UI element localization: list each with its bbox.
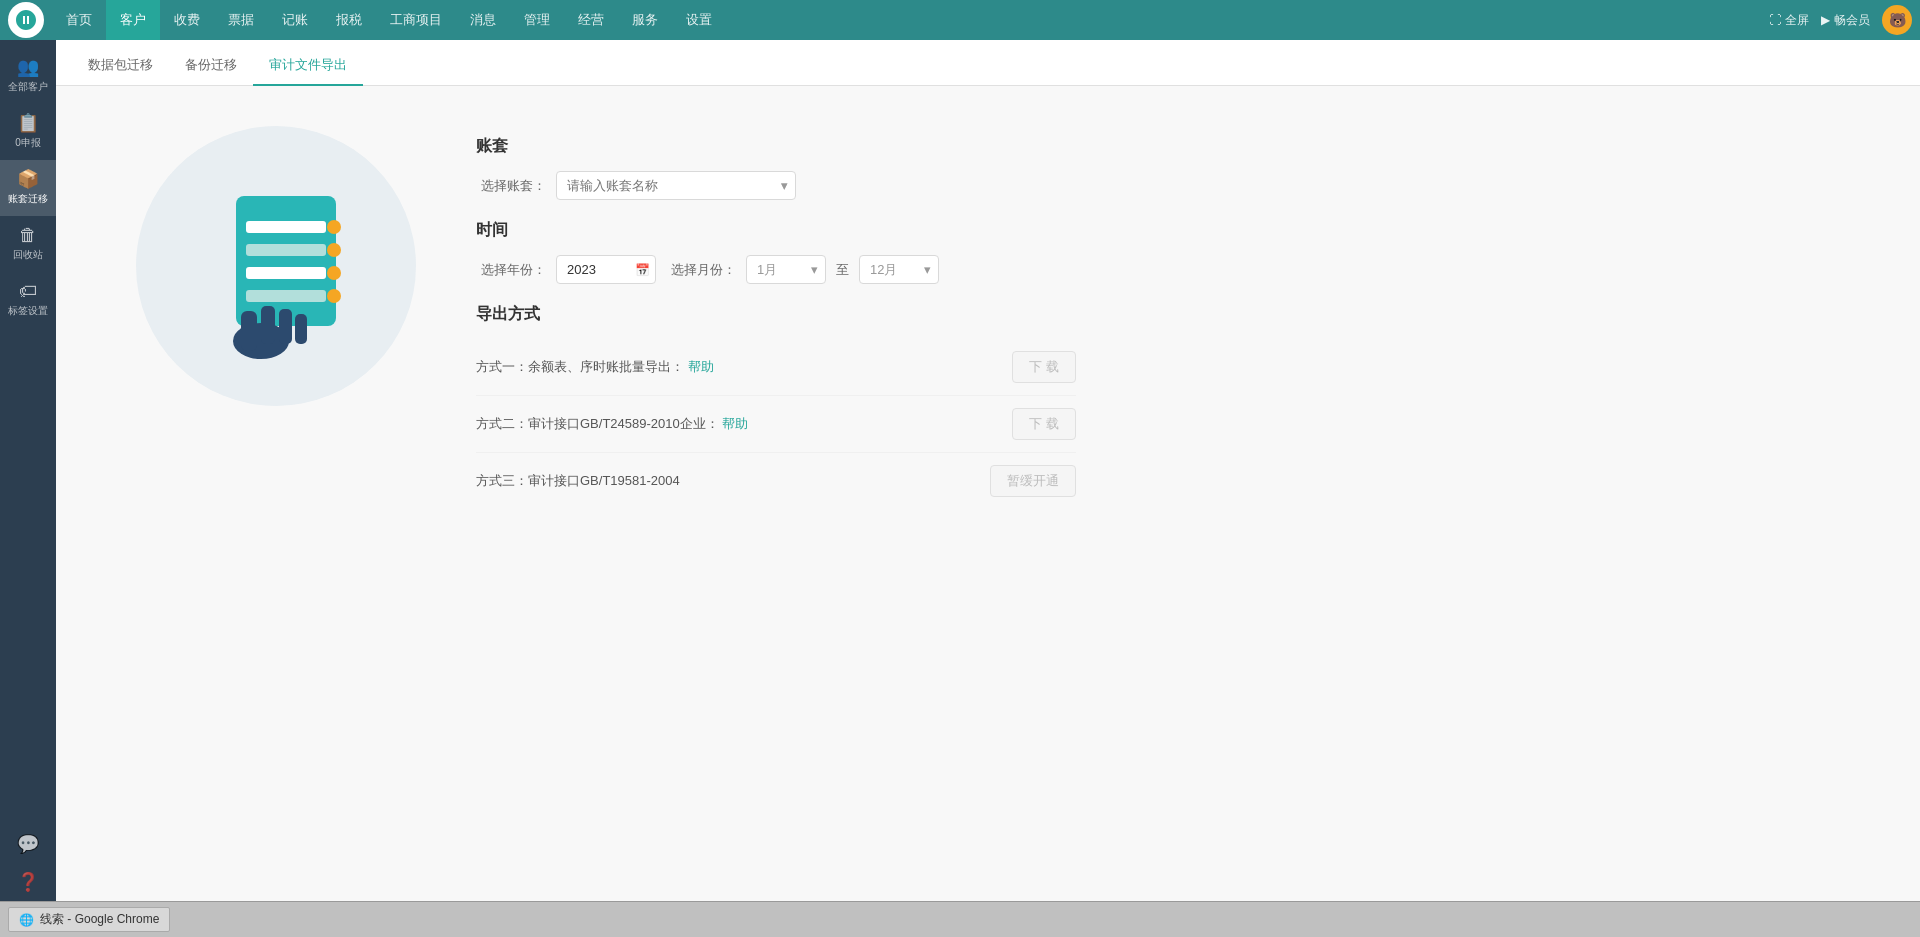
- sidebar-item-recycle[interactable]: 🗑 回收站: [0, 216, 56, 272]
- method-3-text: 方式三：审计接口GB/T19581-2004: [476, 472, 680, 490]
- top-nav: 首页 客户 收费 票据 记账 报税 工商项目 消息 管理 经营 服务 设置 ⛶ …: [0, 0, 1920, 40]
- svg-rect-3: [246, 267, 326, 279]
- taskbar: 🌐 线索 - Google Chrome: [0, 901, 1920, 937]
- taskbar-label: 线索 - Google Chrome: [40, 911, 159, 928]
- method-3-open-button[interactable]: 暂缓开通: [990, 465, 1076, 497]
- export-container: 账套 选择账套： ▾ 时间 选择年份： 📅: [76, 106, 1900, 529]
- nav-messages[interactable]: 消息: [456, 0, 510, 40]
- fullscreen-button[interactable]: ⛶ 全屏: [1769, 12, 1809, 29]
- help-icon: ❓: [17, 873, 39, 891]
- account-form-row: 选择账套： ▾: [476, 171, 1076, 200]
- nav-customer[interactable]: 客户: [106, 0, 160, 40]
- trash-icon: 🗑: [19, 226, 37, 244]
- sidebar-label-zero-declare: 0申报: [15, 136, 41, 150]
- svg-rect-12: [279, 309, 292, 344]
- sidebar-label-all-customers: 全部客户: [8, 80, 48, 94]
- method-2-text: 方式二：审计接口GB/T24589-2010企业： 帮助: [476, 415, 748, 433]
- method-2-help-link[interactable]: 帮助: [722, 416, 748, 431]
- sidebar-label-tag-settings: 标签设置: [8, 304, 48, 318]
- year-label: 选择年份：: [476, 261, 546, 279]
- sidebar: 👥 全部客户 📋 0申报 📦 账套迁移 🗑 回收站 🏷 标签设置 💬 ❓: [0, 40, 56, 901]
- nav-home[interactable]: 首页: [52, 0, 106, 40]
- sidebar-bottom: 💬 ❓: [0, 825, 56, 901]
- svg-point-6: [327, 243, 341, 257]
- fullscreen-icon: ⛶: [1769, 13, 1781, 27]
- main-layout: 👥 全部客户 📋 0申报 📦 账套迁移 🗑 回收站 🏷 标签设置 💬 ❓: [0, 40, 1920, 901]
- taskbar-chrome-item[interactable]: 🌐 线索 - Google Chrome: [8, 907, 170, 932]
- svg-rect-2: [246, 244, 326, 256]
- month-from-select[interactable]: 1月 2月 3月 4月 5月 6月 7月 8月 9月 10月 11月: [746, 255, 826, 284]
- illustration: [136, 126, 416, 406]
- account-select-wrapper: ▾: [556, 171, 796, 200]
- svg-point-5: [327, 220, 341, 234]
- vip-button[interactable]: ▶ 畅会员: [1821, 12, 1870, 29]
- nav-right: ⛶ 全屏 ▶ 畅会员 🐻: [1769, 5, 1912, 35]
- tab-backup-migrate[interactable]: 备份迁移: [169, 46, 253, 86]
- logo: [8, 2, 44, 38]
- nav-admin[interactable]: 管理: [510, 0, 564, 40]
- export-method-2: 方式二：审计接口GB/T24589-2010企业： 帮助 下 载: [476, 396, 1076, 453]
- sidebar-item-tag-settings[interactable]: 🏷 标签设置: [0, 272, 56, 328]
- sidebar-label-account-migrate: 账套迁移: [8, 192, 48, 206]
- sidebar-item-all-customers[interactable]: 👥 全部客户: [0, 48, 56, 104]
- sidebar-item-message[interactable]: 💬: [0, 825, 56, 863]
- tab-audit-export[interactable]: 审计文件导出: [253, 46, 363, 86]
- declare-icon: 📋: [17, 114, 39, 132]
- nav-billing[interactable]: 收费: [160, 0, 214, 40]
- method-1-help-link[interactable]: 帮助: [688, 359, 714, 374]
- time-section-title: 时间: [476, 220, 1076, 241]
- migrate-icon: 📦: [17, 170, 39, 188]
- method-1-download-button[interactable]: 下 载: [1012, 351, 1076, 383]
- avatar[interactable]: 🐻: [1882, 5, 1912, 35]
- account-label: 选择账套：: [476, 177, 546, 195]
- vip-icon: ▶: [1821, 13, 1830, 27]
- content-area: 数据包迁移 备份迁移 审计文件导出: [56, 40, 1920, 901]
- chrome-icon: 🌐: [19, 913, 34, 927]
- svg-point-8: [327, 289, 341, 303]
- message-icon: 💬: [17, 835, 39, 853]
- form-area: 账套 选择账套： ▾ 时间 选择年份： 📅: [476, 126, 1076, 509]
- account-section-title: 账套: [476, 136, 1076, 157]
- nav-invoice[interactable]: 票据: [214, 0, 268, 40]
- month-to-select[interactable]: 1月 2月 3月 4月 5月 6月 7月 8月 9月 10月 11月: [859, 255, 939, 284]
- year-input-wrapper: 📅: [556, 255, 656, 284]
- month-to-wrapper: 1月 2月 3月 4月 5月 6月 7月 8月 9月 10月 11月: [859, 255, 939, 284]
- nav-service[interactable]: 服务: [618, 0, 672, 40]
- nav-settings[interactable]: 设置: [672, 0, 726, 40]
- nav-operation[interactable]: 经营: [564, 0, 618, 40]
- month-label: 选择月份：: [666, 261, 736, 279]
- time-form-row: 选择年份： 📅 选择月份： 1月 2月 3月 4月: [476, 255, 1076, 284]
- tabs-bar: 数据包迁移 备份迁移 审计文件导出: [56, 40, 1920, 86]
- sidebar-item-account-migrate[interactable]: 📦 账套迁移: [0, 160, 56, 216]
- sidebar-label-recycle: 回收站: [13, 248, 43, 262]
- month-from-wrapper: 1月 2月 3月 4月 5月 6月 7月 8月 9月 10月 11月: [746, 255, 826, 284]
- svg-rect-4: [246, 290, 326, 302]
- nav-tax[interactable]: 报税: [322, 0, 376, 40]
- export-method-3: 方式三：审计接口GB/T19581-2004 暂缓开通: [476, 453, 1076, 509]
- calendar-icon: 📅: [635, 263, 650, 277]
- svg-rect-11: [261, 306, 275, 344]
- nav-bookkeeping[interactable]: 记账: [268, 0, 322, 40]
- sidebar-item-help[interactable]: ❓: [0, 863, 56, 901]
- time-separator: 至: [836, 261, 849, 279]
- method-1-text: 方式一：余额表、序时账批量导出： 帮助: [476, 358, 714, 376]
- page-content: 账套 选择账套： ▾ 时间 选择年份： 📅: [56, 86, 1920, 901]
- svg-rect-13: [295, 314, 307, 344]
- illustration-svg: [186, 166, 366, 366]
- svg-rect-10: [241, 311, 257, 351]
- account-input[interactable]: [556, 171, 796, 200]
- svg-rect-0: [236, 196, 336, 326]
- svg-point-7: [327, 266, 341, 280]
- method-2-download-button[interactable]: 下 载: [1012, 408, 1076, 440]
- users-icon: 👥: [17, 58, 39, 76]
- tag-icon: 🏷: [19, 282, 37, 300]
- nav-menu: 首页 客户 收费 票据 记账 报税 工商项目 消息 管理 经营 服务 设置: [52, 0, 1769, 40]
- svg-rect-1: [246, 221, 326, 233]
- sidebar-item-zero-declare[interactable]: 📋 0申报: [0, 104, 56, 160]
- tab-data-package[interactable]: 数据包迁移: [72, 46, 169, 86]
- nav-business[interactable]: 工商项目: [376, 0, 456, 40]
- export-method-1: 方式一：余额表、序时账批量导出： 帮助 下 载: [476, 339, 1076, 396]
- export-section-title: 导出方式: [476, 304, 1076, 325]
